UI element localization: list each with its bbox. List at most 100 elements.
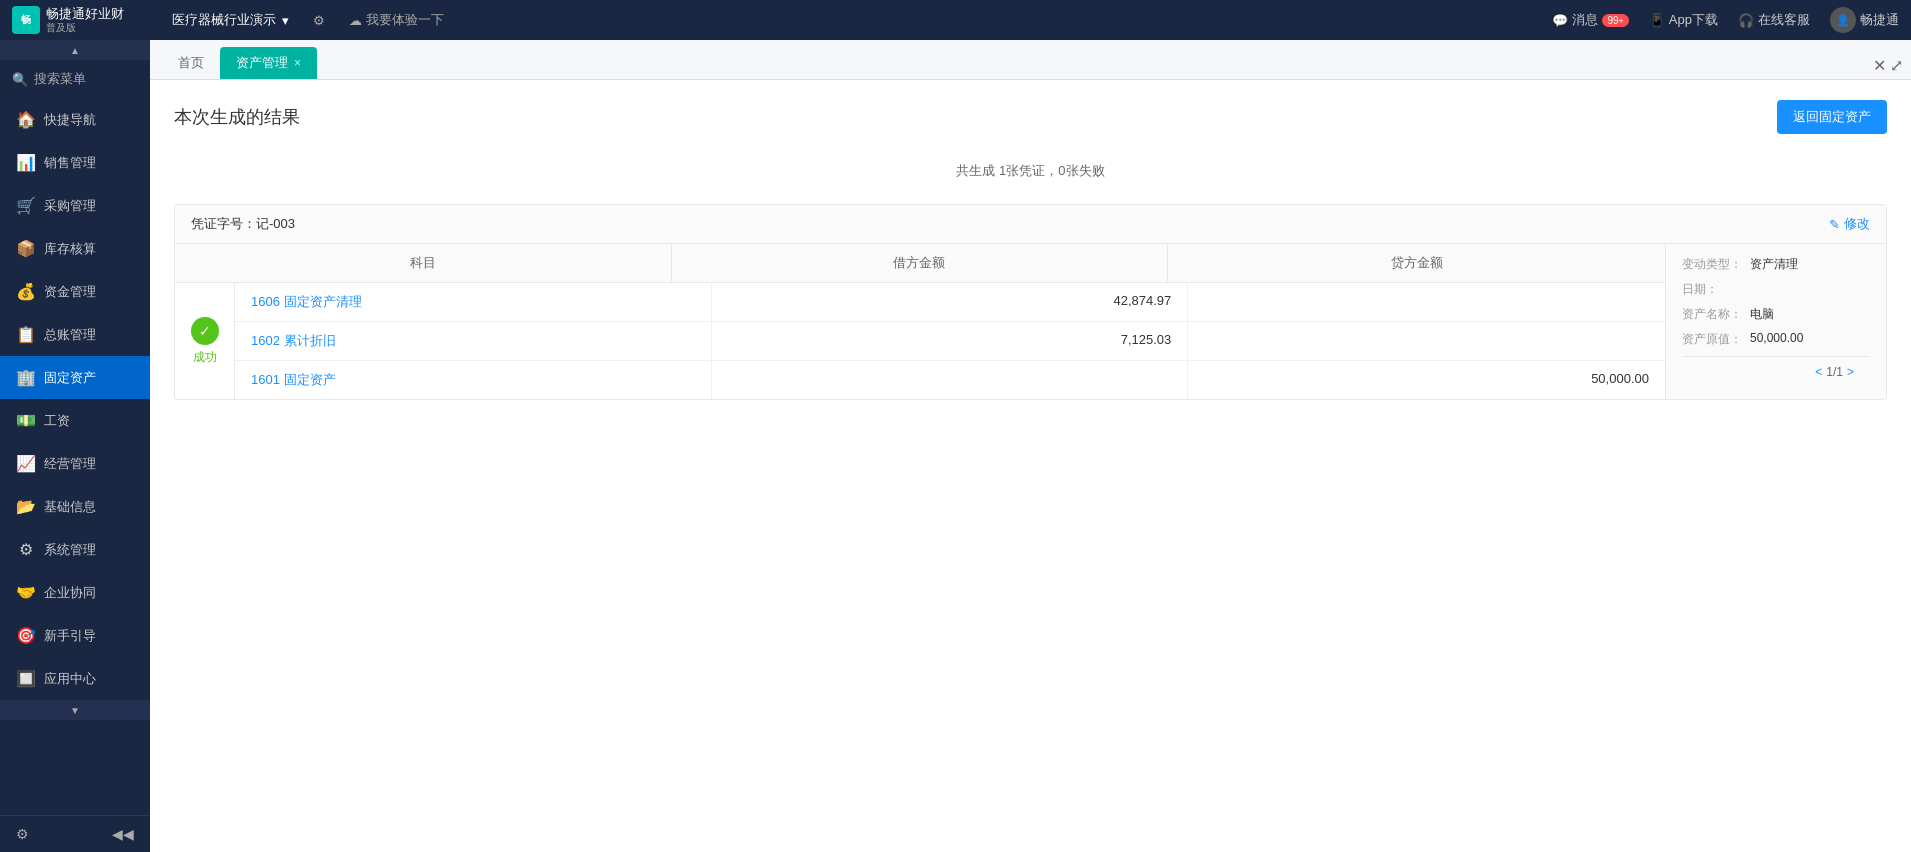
sidebar-item-label: 快捷导航 — [44, 111, 96, 129]
user-menu-button[interactable]: 👤 畅捷通 — [1830, 7, 1899, 33]
sidebar-item-operations[interactable]: 📈 经营管理 — [0, 442, 150, 485]
cell-debit-2: 7,125.03 — [712, 322, 1189, 360]
sidebar-item-basics[interactable]: 📂 基础信息 — [0, 485, 150, 528]
sidebar-item-fixed-assets[interactable]: 🏢 固定资产 — [0, 356, 150, 399]
cell-subject-2[interactable]: 1602 累计折旧 — [235, 322, 712, 360]
result-summary: 共生成 1张凭证，0张失败 — [174, 154, 1887, 188]
table-row: 1602 累计折旧 7,125.03 — [235, 322, 1665, 361]
sidebar-scroll-down[interactable]: ▼ — [0, 700, 150, 720]
sidebar-item-quick-nav[interactable]: 🏠 快捷导航 — [0, 98, 150, 141]
change-type-row: 变动类型： 资产清理 — [1682, 256, 1870, 273]
sidebar-collapse-button[interactable]: ◀◀ — [112, 826, 134, 842]
date-label: 日期： — [1682, 281, 1718, 298]
experience-label: 我要体验一下 — [366, 11, 444, 29]
pagination: < 1/1 > — [1682, 356, 1870, 387]
customer-service-button[interactable]: 🎧 在线客服 — [1738, 11, 1810, 29]
tab-close-icon[interactable]: × — [294, 56, 301, 70]
back-to-fixed-assets-button[interactable]: 返回固定资产 — [1777, 100, 1887, 134]
sidebar-item-label: 基础信息 — [44, 498, 96, 516]
search-menu-button[interactable]: 🔍 搜索菜单 — [0, 60, 150, 98]
sidebar-item-enterprise[interactable]: 🤝 企业协同 — [0, 571, 150, 614]
sidebar-item-system[interactable]: ⚙ 系统管理 — [0, 528, 150, 571]
prev-page-button[interactable]: < — [1815, 365, 1822, 379]
payroll-icon: 💵 — [16, 411, 36, 430]
voucher-header: 凭证字号：记-003 ✎ 修改 — [175, 205, 1886, 244]
asset-name-value: 电脑 — [1750, 306, 1774, 323]
sidebar-item-ledger[interactable]: 📋 总账管理 — [0, 313, 150, 356]
sidebar-item-label: 应用中心 — [44, 670, 96, 688]
voucher-body: 科目 借方金额 贷方金额 ✓ 成功 1606 固定资产清理 — [175, 244, 1886, 399]
search-icon: 🔍 — [12, 72, 28, 87]
cell-credit-1 — [1188, 283, 1665, 321]
experience-button[interactable]: ☁ 我要体验一下 — [349, 11, 444, 29]
voucher-card: 凭证字号：记-003 ✎ 修改 科目 借方金额 贷方金额 — [174, 204, 1887, 400]
sidebar-item-label: 采购管理 — [44, 197, 96, 215]
sales-icon: 📊 — [16, 153, 36, 172]
cell-subject-3[interactable]: 1601 固定资产 — [235, 361, 712, 399]
sidebar-item-guide[interactable]: 🎯 新手引导 — [0, 614, 150, 657]
cell-subject-1[interactable]: 1606 固定资产清理 — [235, 283, 712, 321]
table-rows: 1606 固定资产清理 42,874.97 1602 累计折旧 7,125.03 — [235, 283, 1665, 399]
expand-panel-button[interactable]: ⤢ — [1890, 56, 1903, 75]
operations-icon: 📈 — [16, 454, 36, 473]
cell-credit-2 — [1188, 322, 1665, 360]
asset-value-row: 资产原值： 50,000.00 — [1682, 331, 1870, 348]
logo-main: 畅捷通好业财 — [46, 6, 124, 22]
apps-icon: 🔲 — [16, 669, 36, 688]
page-title: 本次生成的结果 — [174, 105, 300, 129]
app-download-button[interactable]: 📱 App下载 — [1649, 11, 1718, 29]
asset-name-label: 资产名称： — [1682, 306, 1742, 323]
content-area: 首页 资产管理 × 本次生成的结果 返回固定资产 共生成 1张凭证，0张失败 凭… — [150, 40, 1911, 852]
cell-debit-3 — [712, 361, 1189, 399]
sidebar-item-label: 经营管理 — [44, 455, 96, 473]
company-selector[interactable]: 医疗器械行业演示 ▾ — [164, 7, 297, 33]
tab-home[interactable]: 首页 — [166, 47, 216, 79]
table-row: 1606 固定资产清理 42,874.97 — [235, 283, 1665, 322]
tab-home-label: 首页 — [178, 54, 204, 72]
success-circle-icon: ✓ — [191, 317, 219, 345]
tab-bar: 首页 资产管理 × — [150, 40, 1911, 80]
headset-icon: 🎧 — [1738, 13, 1754, 28]
edit-voucher-button[interactable]: ✎ 修改 — [1829, 215, 1870, 233]
sidebar-settings-button[interactable]: ⚙ — [16, 826, 29, 842]
sidebar-scroll-up[interactable]: ▲ — [0, 40, 150, 60]
settings-button[interactable]: ⚙ — [309, 9, 329, 32]
sidebar-item-finance[interactable]: 💰 资金管理 — [0, 270, 150, 313]
panel-controls: ✕ ⤢ — [1865, 50, 1911, 81]
asset-value-value: 50,000.00 — [1750, 331, 1803, 348]
home-icon: 🏠 — [16, 110, 36, 129]
username: 畅捷通 — [1860, 11, 1899, 29]
sidebar-item-apps[interactable]: 🔲 应用中心 — [0, 657, 150, 700]
messages-badge: 99+ — [1602, 14, 1628, 27]
dropdown-icon: ▾ — [282, 13, 289, 28]
date-row: 日期： — [1682, 281, 1870, 298]
tab-asset-mgmt[interactable]: 资产管理 × — [220, 47, 317, 79]
sidebar-item-label: 系统管理 — [44, 541, 96, 559]
sidebar-item-label: 新手引导 — [44, 627, 96, 645]
success-indicator: ✓ 成功 — [175, 283, 235, 399]
inventory-icon: 📦 — [16, 239, 36, 258]
close-panel-button[interactable]: ✕ — [1873, 56, 1886, 75]
sidebar-item-inventory[interactable]: 📦 库存核算 — [0, 227, 150, 270]
sidebar-item-label: 销售管理 — [44, 154, 96, 172]
sidebar-item-label: 总账管理 — [44, 326, 96, 344]
sidebar-item-sales[interactable]: 📊 销售管理 — [0, 141, 150, 184]
asset-value-label: 资产原值： — [1682, 331, 1742, 348]
tab-asset-mgmt-label: 资产管理 — [236, 54, 288, 72]
logo-text: 畅捷通好业财 普及版 — [46, 6, 124, 34]
sidebar-item-payroll[interactable]: 💵 工资 — [0, 399, 150, 442]
voucher-number: 凭证字号：记-003 — [191, 215, 295, 233]
messages-button[interactable]: 💬 消息 99+ — [1552, 11, 1628, 29]
company-name: 医疗器械行业演示 — [172, 11, 276, 29]
header-right: 💬 消息 99+ 📱 App下载 🎧 在线客服 👤 畅捷通 — [1552, 7, 1899, 33]
success-text: 成功 — [193, 349, 217, 366]
next-page-button[interactable]: > — [1847, 365, 1854, 379]
change-type-label: 变动类型： — [1682, 256, 1742, 273]
customer-service-label: 在线客服 — [1758, 11, 1810, 29]
messages-label: 消息 — [1572, 11, 1598, 29]
sidebar-item-purchase[interactable]: 🛒 采购管理 — [0, 184, 150, 227]
logo-icon: 畅 — [12, 6, 40, 34]
change-type-value: 资产清理 — [1750, 256, 1798, 273]
edit-label: 修改 — [1844, 215, 1870, 233]
page-info: 1/1 — [1826, 365, 1843, 379]
